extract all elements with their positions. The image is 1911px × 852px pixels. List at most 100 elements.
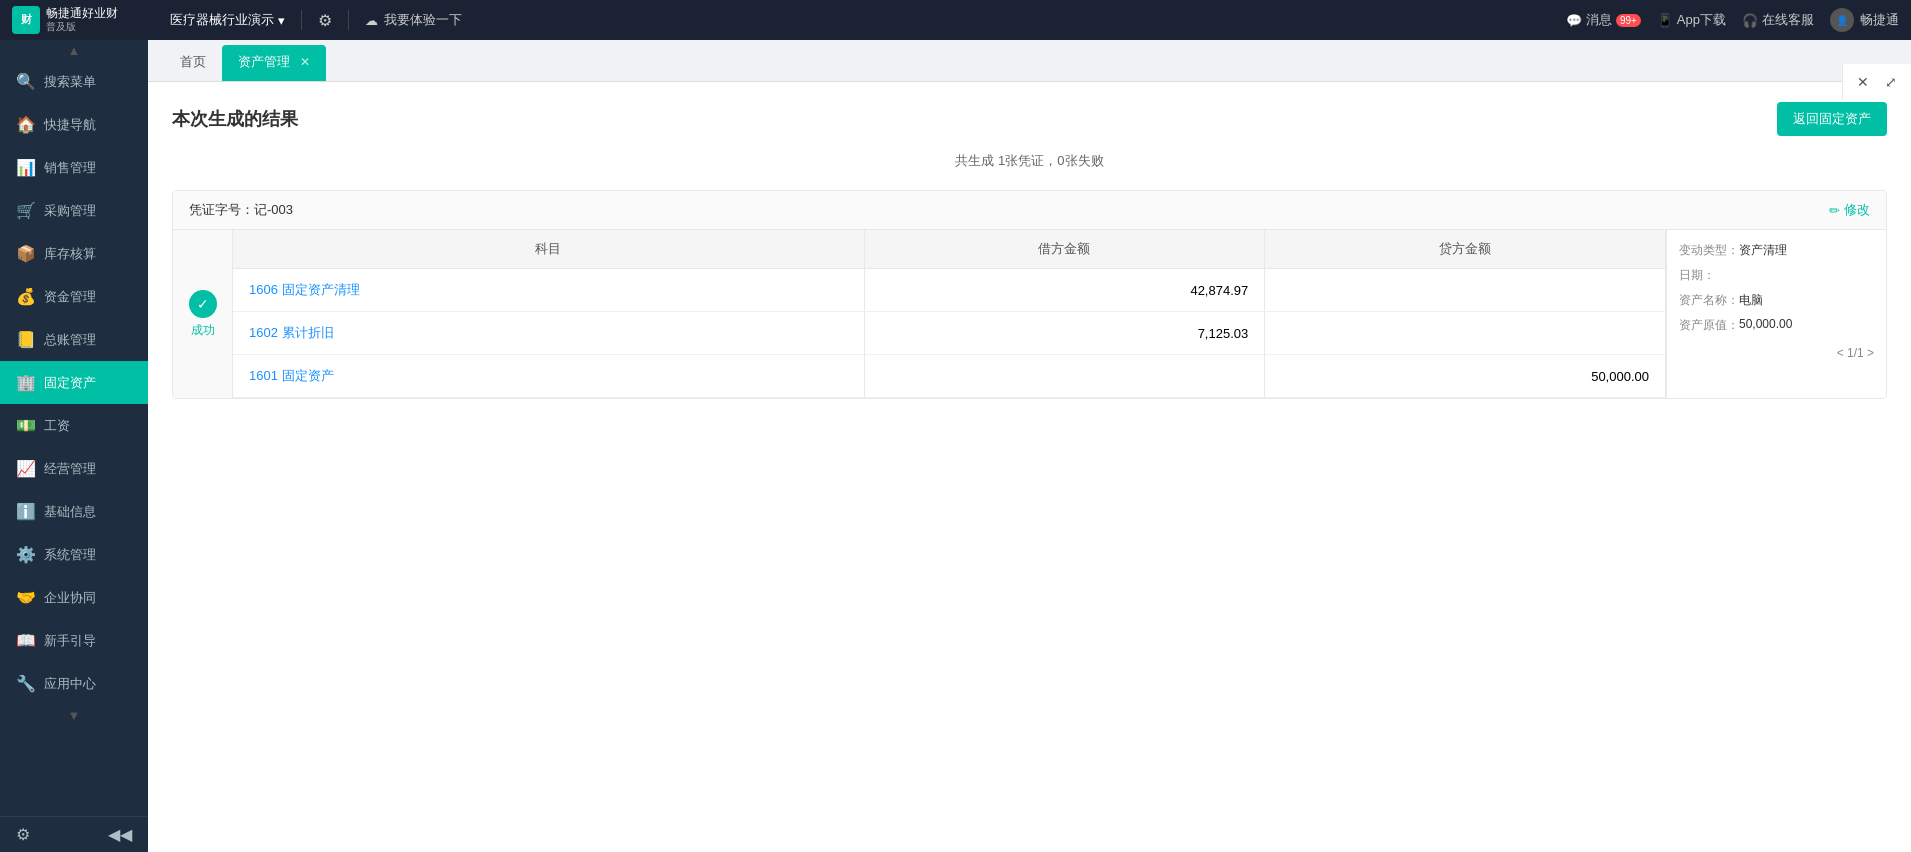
sidebar-scroll-down[interactable]: ▼	[0, 705, 148, 725]
sidebar-item-operation[interactable]: 📈 经营管理	[0, 447, 148, 490]
search-icon: 🔍	[16, 72, 36, 91]
sidebar-item-basic-info[interactable]: ℹ️ 基础信息	[0, 490, 148, 533]
topbar: 财 畅捷通好业财 普及版 医疗器械行业演示 ▾ ⚙ ☁ 我要体验一下 💬 消息 …	[0, 0, 1911, 40]
sidebar-item-enterprise[interactable]: 🤝 企业协同	[0, 576, 148, 619]
voucher-card: 凭证字号：记-003 ✏ 修改 ✓ 成功	[172, 190, 1887, 399]
edit-label: 修改	[1844, 201, 1870, 219]
sidebar-item-label: 应用中心	[44, 675, 96, 693]
home-icon: 🏠	[16, 115, 36, 134]
sidebar-item-inventory[interactable]: 📦 库存核算	[0, 232, 148, 275]
tab-close-icon[interactable]: ✕	[300, 55, 310, 69]
date-label: 日期：	[1679, 267, 1739, 284]
topbar-right: 💬 消息 99+ 📱 App下载 🎧 在线客服 👤 畅捷通	[1566, 8, 1899, 32]
change-type-label: 变动类型：	[1679, 242, 1739, 259]
table-row: 1602 累计折旧 7,125.03	[233, 312, 1666, 355]
sidebar-item-label: 快捷导航	[44, 116, 96, 134]
sidebar-item-label: 工资	[44, 417, 70, 435]
message-button[interactable]: 💬 消息 99+	[1566, 11, 1641, 29]
close-panel-button[interactable]: ✕	[1851, 72, 1875, 92]
sidebar-settings-icon[interactable]: ⚙	[16, 825, 30, 844]
change-type-row: 变动类型： 资产清理	[1679, 242, 1874, 259]
message-label: 消息	[1586, 11, 1612, 29]
sidebar-item-label: 系统管理	[44, 546, 96, 564]
settings-icon[interactable]: ⚙	[318, 11, 332, 30]
status-column: ✓ 成功	[173, 230, 233, 398]
experience-link[interactable]: ☁ 我要体验一下	[365, 11, 462, 29]
page-header: 本次生成的结果 返回固定资产	[172, 102, 1887, 136]
sidebar-scroll: ▲ 🔍 搜索菜单 🏠 快捷导航 📊 销售管理 🛒 采购管理 📦 库存核算	[0, 40, 148, 816]
subject-cell-2[interactable]: 1602 累计折旧	[233, 312, 864, 355]
sidebar-item-app-center[interactable]: 🔧 应用中心	[0, 662, 148, 705]
sidebar: ▲ 🔍 搜索菜单 🏠 快捷导航 📊 销售管理 🛒 采购管理 📦 库存核算	[0, 40, 148, 852]
finance-icon: 💰	[16, 287, 36, 306]
debit-cell-3	[864, 355, 1265, 398]
sidebar-item-guide[interactable]: 📖 新手引导	[0, 619, 148, 662]
panel-controls: ✕ ⤢	[1842, 64, 1911, 100]
return-button[interactable]: 返回固定资产	[1777, 102, 1887, 136]
basic-info-icon: ℹ️	[16, 502, 36, 521]
sidebar-item-label: 搜索菜单	[44, 73, 96, 91]
right-panel: 变动类型： 资产清理 日期： 资产名称： 电脑 资产原值：	[1666, 230, 1886, 398]
tab-home-label: 首页	[180, 54, 206, 69]
debit-cell-1: 42,874.97	[864, 269, 1265, 312]
company-selector[interactable]: 医疗器械行业演示 ▾	[170, 11, 285, 29]
app-download-button[interactable]: 📱 App下载	[1657, 11, 1726, 29]
voucher-table-area: 科目 借方金额 贷方金额 1606 固定资产清理 42,874.97	[233, 230, 1666, 398]
change-type-value: 资产清理	[1739, 242, 1787, 259]
divider	[301, 10, 302, 30]
main-layout: ▲ 🔍 搜索菜单 🏠 快捷导航 📊 销售管理 🛒 采购管理 📦 库存核算	[0, 40, 1911, 852]
sidebar-item-label: 经营管理	[44, 460, 96, 478]
edit-button[interactable]: ✏ 修改	[1829, 201, 1870, 219]
divider2	[348, 10, 349, 30]
sidebar-item-ledger[interactable]: 📒 总账管理	[0, 318, 148, 361]
logo-text: 畅捷通好业财	[46, 6, 118, 20]
credit-cell-1	[1265, 269, 1666, 312]
col-credit: 贷方金额	[1265, 230, 1666, 269]
subject-cell-1[interactable]: 1606 固定资产清理	[233, 269, 864, 312]
sidebar-item-quick-nav[interactable]: 🏠 快捷导航	[0, 103, 148, 146]
sidebar-item-fixed-assets[interactable]: 🏢 固定资产	[0, 361, 148, 404]
debit-cell-2: 7,125.03	[864, 312, 1265, 355]
voucher-header: 凭证字号：记-003 ✏ 修改	[173, 191, 1886, 230]
service-label: 在线客服	[1762, 11, 1814, 29]
asset-name-label: 资产名称：	[1679, 292, 1739, 309]
customer-service-button[interactable]: 🎧 在线客服	[1742, 11, 1814, 29]
summary-text: 共生成 1张凭证，0张失败	[172, 152, 1887, 170]
status-text: 成功	[191, 322, 215, 339]
sidebar-item-label: 基础信息	[44, 503, 96, 521]
asset-name-value: 电脑	[1739, 292, 1763, 309]
voucher-body: ✓ 成功 科目 借方金额 贷方金额	[173, 230, 1886, 398]
experience-label: 我要体验一下	[384, 11, 462, 29]
col-subject: 科目	[233, 230, 864, 269]
page-content: 本次生成的结果 返回固定资产 共生成 1张凭证，0张失败 凭证字号：记-003 …	[148, 82, 1911, 852]
tab-home[interactable]: 首页	[164, 45, 222, 81]
content-area: 首页 资产管理 ✕ 本次生成的结果 返回固定资产 共生成 1张凭证，0张失败 凭…	[148, 40, 1911, 852]
credit-cell-2	[1265, 312, 1666, 355]
headset-icon: 🎧	[1742, 13, 1758, 28]
topbar-center: 医疗器械行业演示 ▾ ⚙ ☁ 我要体验一下	[160, 10, 1566, 30]
user-menu[interactable]: 👤 畅捷通	[1830, 8, 1899, 32]
user-label: 畅捷通	[1860, 11, 1899, 29]
sidebar-item-purchase[interactable]: 🛒 采购管理	[0, 189, 148, 232]
sidebar-item-finance[interactable]: 💰 资金管理	[0, 275, 148, 318]
sidebar-item-search[interactable]: 🔍 搜索菜单	[0, 60, 148, 103]
asset-name-row: 资产名称： 电脑	[1679, 292, 1874, 309]
sidebar-item-label: 采购管理	[44, 202, 96, 220]
sidebar-scroll-up[interactable]: ▲	[0, 40, 148, 60]
sidebar-item-system[interactable]: ⚙️ 系统管理	[0, 533, 148, 576]
subject-cell-3[interactable]: 1601 固定资产	[233, 355, 864, 398]
sales-icon: 📊	[16, 158, 36, 177]
sidebar-item-sales[interactable]: 📊 销售管理	[0, 146, 148, 189]
avatar: 👤	[1830, 8, 1854, 32]
sidebar-item-salary[interactable]: 💵 工资	[0, 404, 148, 447]
sidebar-bottom: ⚙ ◀◀	[0, 816, 148, 852]
credit-cell-3: 50,000.00	[1265, 355, 1666, 398]
edit-icon: ✏	[1829, 203, 1840, 218]
success-icon: ✓	[189, 290, 217, 318]
tab-asset-mgmt[interactable]: 资产管理 ✕	[222, 45, 326, 81]
expand-panel-button[interactable]: ⤢	[1879, 72, 1903, 92]
sidebar-collapse-icon[interactable]: ◀◀	[108, 825, 132, 844]
app-label: App下载	[1677, 11, 1726, 29]
enterprise-icon: 🤝	[16, 588, 36, 607]
pagination[interactable]: < 1/1 >	[1679, 346, 1874, 360]
